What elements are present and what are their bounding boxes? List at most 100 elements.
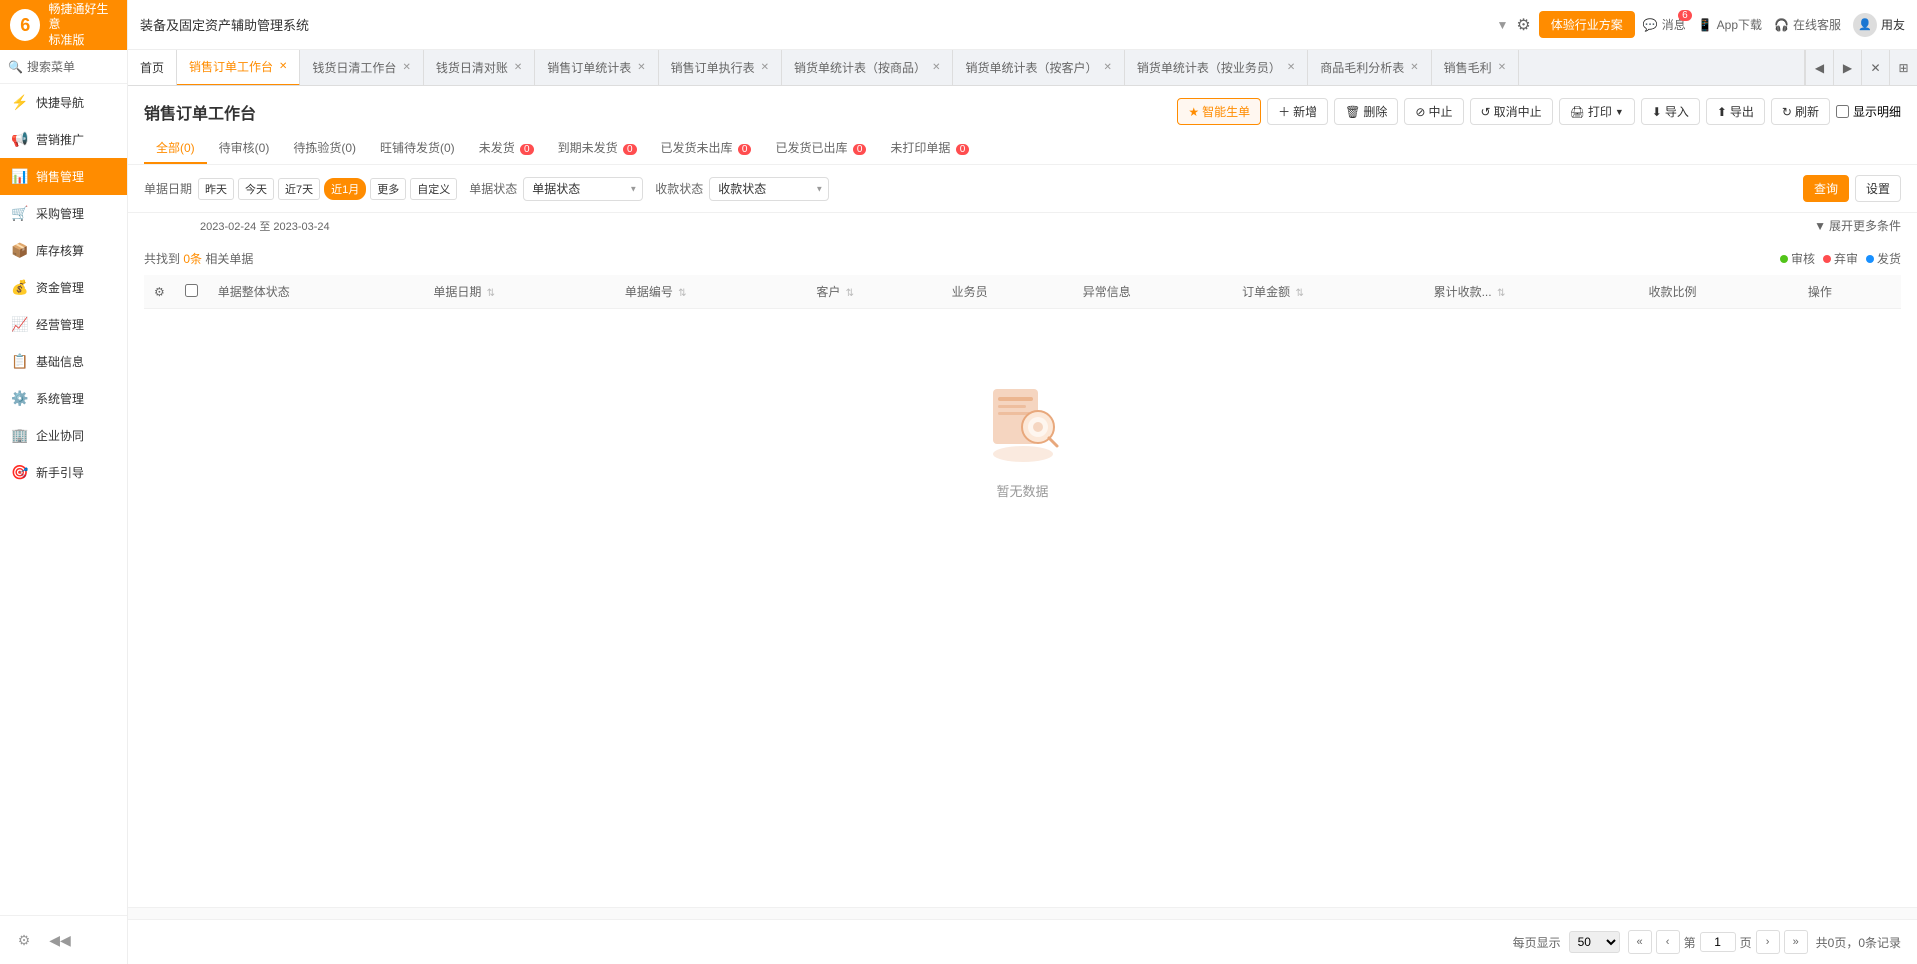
sub-tab-not-shipped[interactable]: 未发货 0: [467, 133, 546, 164]
user-area[interactable]: 👤 用友: [1853, 13, 1905, 37]
page-size-select[interactable]: 50 20 100: [1569, 931, 1620, 953]
date-btn-1month[interactable]: 近1月: [324, 178, 366, 200]
review-op-btn[interactable]: 审核: [1780, 250, 1815, 267]
add-btn[interactable]: ＋ 新增: [1267, 98, 1328, 125]
col-gear[interactable]: ⚙: [144, 275, 175, 309]
tab-close-summary-staff[interactable]: ✕: [1287, 62, 1295, 73]
print-btn[interactable]: 🖨 打印 ▼: [1559, 98, 1635, 125]
tab-sales-exec[interactable]: 销售订单执行表 ✕: [659, 50, 782, 86]
dropdown-icon[interactable]: ▼: [1496, 18, 1508, 32]
query-btn[interactable]: 查询: [1803, 175, 1849, 202]
sub-tab-shipped-not-out[interactable]: 已发货未出库 0: [649, 133, 764, 164]
tab-close-sales-stat[interactable]: ✕: [637, 62, 645, 73]
tab-close-sales-profit[interactable]: ✕: [1498, 62, 1506, 73]
page-input[interactable]: [1700, 932, 1736, 952]
message-badge: 6: [1678, 10, 1692, 21]
sub-tab-wangpu[interactable]: 旺铺待发货(0): [368, 133, 467, 164]
settings-btn[interactable]: 设置: [1855, 175, 1901, 202]
cancel-review-op-btn[interactable]: 弃审: [1823, 250, 1858, 267]
sidebar-item-marketing[interactable]: 📢 营销推广: [0, 121, 127, 158]
tab-prev-btn[interactable]: ◀: [1805, 50, 1833, 86]
sub-tab-all[interactable]: 全部(0): [144, 133, 207, 164]
cancel-review-dot: [1823, 255, 1831, 263]
collapse-btn[interactable]: ◀◀: [46, 926, 74, 954]
sidebar-item-inventory[interactable]: 📦 库存核算: [0, 232, 127, 269]
sidebar-item-guide[interactable]: 🎯 新手引导: [0, 454, 127, 491]
tab-cash-reconcile[interactable]: 钱货日清对账 ✕: [424, 50, 535, 86]
page-next-btn[interactable]: ›: [1756, 930, 1780, 954]
tab-home[interactable]: 首页: [128, 50, 177, 86]
tab-next-btn[interactable]: ▶: [1833, 50, 1861, 86]
col-amount[interactable]: 订单金额 ⇅: [1232, 275, 1424, 309]
date-btn-today[interactable]: 今天: [238, 178, 274, 200]
sidebar-item-operation[interactable]: 📈 经营管理: [0, 306, 127, 343]
message-btn[interactable]: 💬 消息 6: [1643, 16, 1686, 33]
select-all-checkbox[interactable]: [185, 284, 198, 297]
delete-btn[interactable]: 🗑 删除: [1334, 98, 1398, 125]
payment-select[interactable]: 收款状态: [709, 177, 829, 201]
tab-expand-btn[interactable]: ⊞: [1889, 50, 1917, 86]
expand-conditions-btn[interactable]: ▼ 展开更多条件: [1814, 217, 1901, 234]
tab-sales-summary-product[interactable]: 销货单统计表（按商品） ✕: [782, 50, 953, 86]
status-select[interactable]: 单据状态: [523, 177, 643, 201]
sub-tab-shipped-out[interactable]: 已发货已出库 0: [763, 133, 878, 164]
import-icon: ⬇: [1652, 105, 1662, 119]
tab-close-margin[interactable]: ✕: [1410, 62, 1418, 73]
sub-tab-not-printed[interactable]: 未打印单据 0: [878, 133, 981, 164]
online-service-btn[interactable]: 🎧 在线客服: [1774, 16, 1841, 33]
show-detail-label[interactable]: 显示明细: [1836, 103, 1901, 120]
sidebar-item-quick-nav[interactable]: ⚡ 快捷导航: [0, 84, 127, 121]
sidebar-item-sales[interactable]: 📊 销售管理: [0, 158, 127, 195]
page-prev-btn[interactable]: ‹: [1656, 930, 1680, 954]
col-date[interactable]: 单据日期 ⇅: [423, 275, 615, 309]
print-label: 打印: [1588, 103, 1612, 120]
sub-tab-expired-not-shipped[interactable]: 到期未发货 0: [546, 133, 649, 164]
tab-cash-daily[interactable]: 钱货日清工作台 ✕: [300, 50, 423, 86]
settings-bottom-btn[interactable]: ⚙: [10, 926, 38, 954]
tab-close-sales-workbench[interactable]: ✕: [279, 61, 287, 72]
cancel-stop-btn[interactable]: ↺ 取消中止: [1470, 98, 1553, 125]
tab-sales-workbench[interactable]: 销售订单工作台 ✕: [177, 50, 300, 86]
tab-sales-profit[interactable]: 销售毛利 ✕: [1432, 50, 1519, 86]
tab-close-sales-exec[interactable]: ✕: [761, 62, 769, 73]
tab-sales-stat[interactable]: 销售订单统计表 ✕: [535, 50, 658, 86]
col-customer[interactable]: 客户 ⇅: [806, 275, 941, 309]
tab-close-summary-customer[interactable]: ✕: [1103, 62, 1111, 73]
sidebar-item-system[interactable]: ⚙️ 系统管理: [0, 380, 127, 417]
export-btn[interactable]: ⬆ 导出: [1706, 98, 1765, 125]
tab-close-cash-daily[interactable]: ✕: [402, 62, 410, 73]
tab-close-cash-reconcile[interactable]: ✕: [514, 62, 522, 73]
enterprise-label: 企业协同: [36, 427, 84, 444]
stop-btn[interactable]: ⊘ 中止: [1404, 98, 1463, 125]
tab-sales-summary-customer[interactable]: 销货单统计表（按客户） ✕: [953, 50, 1124, 86]
smart-gen-btn[interactable]: ★ 智能生单: [1177, 98, 1261, 125]
refresh-btn[interactable]: ↻ 刷新: [1771, 98, 1830, 125]
tab-margin[interactable]: 商品毛利分析表 ✕: [1308, 50, 1431, 86]
horizontal-scrollbar[interactable]: [128, 907, 1917, 919]
sidebar-item-purchase[interactable]: 🛒 采购管理: [0, 195, 127, 232]
import-btn[interactable]: ⬇ 导入: [1641, 98, 1700, 125]
tab-close-all-btn[interactable]: ✕: [1861, 50, 1889, 86]
sidebar-item-finance[interactable]: 💰 资金管理: [0, 269, 127, 306]
sidebar-item-basic[interactable]: 📋 基础信息: [0, 343, 127, 380]
col-number[interactable]: 单据编号 ⇅: [615, 275, 807, 309]
page-last-btn[interactable]: »: [1784, 930, 1808, 954]
tab-close-summary-product[interactable]: ✕: [932, 62, 940, 73]
date-btn-custom[interactable]: 自定义: [410, 178, 457, 200]
date-btn-7days[interactable]: 近7天: [278, 178, 320, 200]
tab-sales-summary-staff[interactable]: 销货单统计表（按业务员） ✕: [1125, 50, 1308, 86]
date-btn-yesterday[interactable]: 昨天: [198, 178, 234, 200]
page-first-btn[interactable]: «: [1628, 930, 1652, 954]
ship-op-btn[interactable]: 发货: [1866, 250, 1901, 267]
sidebar-item-enterprise[interactable]: 🏢 企业协同: [0, 417, 127, 454]
date-btn-more[interactable]: 更多: [370, 178, 406, 200]
settings-icon[interactable]: ⚙: [1516, 15, 1530, 35]
show-detail-checkbox[interactable]: [1836, 105, 1849, 118]
sub-tab-pending-review[interactable]: 待审核(0): [207, 133, 282, 164]
sidebar-search[interactable]: 🔍 搜索菜单: [0, 50, 127, 84]
industry-btn[interactable]: 体验行业方案: [1539, 11, 1635, 38]
col-collected[interactable]: 累计收款... ⇅: [1424, 275, 1639, 309]
basic-label: 基础信息: [36, 353, 84, 370]
app-download-btn[interactable]: 📱 App下载: [1698, 16, 1762, 33]
sub-tab-pending-inspect[interactable]: 待拣验货(0): [281, 133, 368, 164]
